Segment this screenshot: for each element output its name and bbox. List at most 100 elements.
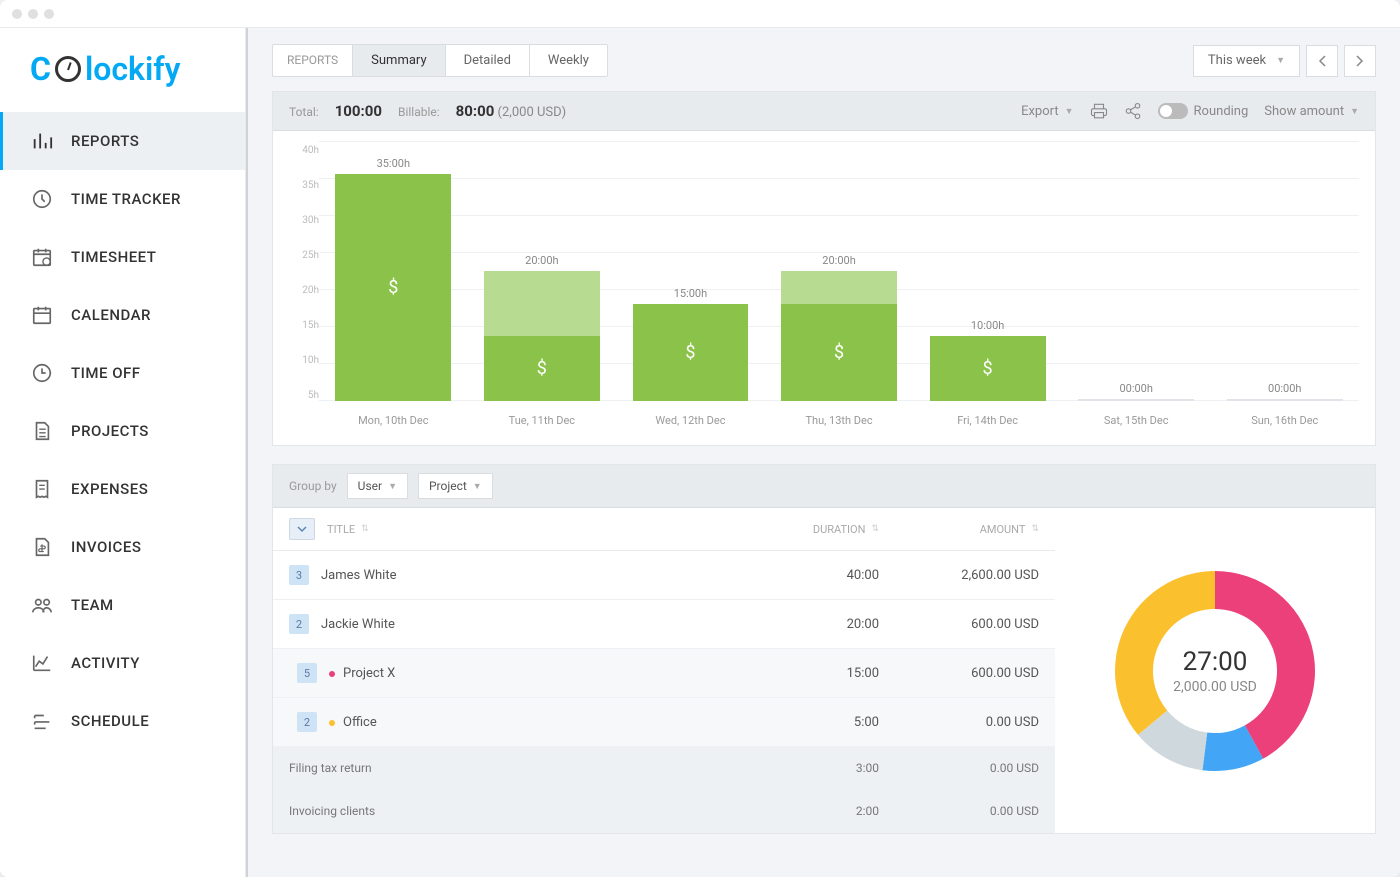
table-row[interactable]: Invoicing clients2:000.00 USD	[273, 790, 1055, 833]
billable-value: 80:00	[456, 102, 495, 120]
donut-amount: 2,000.00 USD	[1173, 679, 1257, 695]
date-range-label: This week	[1208, 53, 1266, 68]
chevron-down-icon: ▼	[1065, 106, 1074, 117]
xaxis-label: Fri, 14th Dec	[913, 414, 1062, 427]
row-badge: 3	[289, 565, 309, 585]
total-label: Total:	[289, 105, 319, 119]
window-titlebar	[0, 0, 1400, 28]
tab-summary[interactable]: Summary	[353, 45, 445, 76]
expand-all-button[interactable]	[289, 518, 315, 540]
sidebar-item-time-tracker[interactable]: TIME TRACKER	[0, 170, 245, 228]
sidebar-item-activity[interactable]: ACTIVITY	[0, 634, 245, 692]
row-badge: 2	[289, 614, 309, 634]
row-amount: 0.00 USD	[879, 804, 1039, 818]
row-badge: 2	[297, 712, 317, 732]
tabs-label: REPORTS	[273, 45, 353, 76]
date-range-select[interactable]: This week ▼	[1193, 45, 1300, 77]
sidebar-item-projects[interactable]: PROJECTS	[0, 402, 245, 460]
sidebar-item-schedule[interactable]: SCHEDULE	[0, 692, 245, 750]
billable-usd: (2,000 USD)	[498, 105, 567, 120]
row-duration: 15:00	[739, 666, 879, 681]
sort-icon: ⇅	[1031, 524, 1039, 534]
row-amount: 600.00 USD	[879, 666, 1039, 681]
logo: Clockify	[0, 28, 245, 112]
groupby-select-2[interactable]: Project ▼	[418, 473, 493, 499]
row-duration: 40:00	[739, 568, 879, 583]
bar-value-label: 15:00h	[674, 287, 707, 300]
receipt-icon	[31, 478, 53, 500]
bar-value-label: 10:00h	[971, 319, 1004, 332]
report-tabs: REPORTS SummaryDetailedWeekly	[272, 44, 608, 77]
clock-icon	[31, 188, 53, 210]
xaxis-label: Thu, 13th Dec	[765, 414, 914, 427]
rounding-label: Rounding	[1194, 104, 1249, 119]
sort-icon: ⇅	[361, 524, 369, 534]
sidebar-item-label: ACTIVITY	[71, 654, 140, 672]
share-icon	[1124, 102, 1142, 120]
show-amount-label: Show amount	[1264, 104, 1344, 119]
sidebar-item-label: PROJECTS	[71, 422, 149, 440]
rounding-toggle[interactable]: Rounding	[1158, 103, 1249, 119]
xaxis-label: Sun, 16th Dec	[1210, 414, 1359, 427]
sidebar-item-expenses[interactable]: EXPENSES	[0, 460, 245, 518]
print-button[interactable]	[1090, 102, 1108, 120]
breakdown-table: TITLE⇅ DURATION⇅ AMOUNT⇅ 3 James White40:…	[273, 508, 1055, 833]
row-amount: 0.00 USD	[879, 761, 1039, 775]
share-button[interactable]	[1124, 102, 1142, 120]
bar: 10:00h$	[913, 141, 1062, 401]
sidebar: Clockify REPORTS TIME TRACKER TIMESHEET CAL…	[0, 28, 246, 877]
donut-time: 27:00	[1183, 647, 1248, 677]
bar-value-label: 20:00h	[525, 254, 558, 267]
sidebar-item-timesheet[interactable]: TIMESHEET	[0, 228, 245, 286]
sidebar-item-label: TIME TRACKER	[71, 190, 181, 208]
billable-label: Billable:	[398, 105, 440, 119]
invoice-icon	[31, 536, 53, 558]
row-amount: 2,600.00 USD	[879, 568, 1039, 583]
prev-range-button[interactable]	[1306, 45, 1338, 77]
tab-weekly[interactable]: Weekly	[530, 45, 607, 76]
table-row[interactable]: 2Office5:000.00 USD	[273, 698, 1055, 747]
sidebar-item-label: TEAM	[71, 596, 114, 614]
sidebar-item-calendar[interactable]: CALENDAR	[0, 286, 245, 344]
row-title: Project X	[329, 666, 739, 681]
col-amount-header[interactable]: AMOUNT⇅	[879, 523, 1039, 536]
bar: 20:00h$	[765, 141, 914, 401]
table-row[interactable]: 2Jackie White20:00600.00 USD	[273, 600, 1055, 649]
table-row[interactable]: 3 James White40:002,600.00 USD	[273, 551, 1055, 600]
chevron-left-icon	[1318, 55, 1326, 67]
breakdown-panel: Group by User ▼ Project ▼	[272, 464, 1376, 834]
project-dot-icon	[329, 671, 335, 677]
tab-detailed[interactable]: Detailed	[446, 45, 530, 76]
window-dot	[44, 9, 54, 19]
total-value: 100:00	[335, 102, 382, 120]
col-duration-header[interactable]: DURATION⇅	[739, 523, 879, 536]
groupby-select-1[interactable]: User ▼	[347, 473, 408, 499]
chart-yaxis: 40h35h30h25h20h15h10h5h	[289, 141, 319, 431]
chevron-down-icon: ▼	[473, 481, 482, 492]
bar-value-label: 35:00h	[377, 157, 410, 170]
row-duration: 2:00	[739, 804, 879, 818]
groupby-select-1-label: User	[358, 479, 382, 493]
sidebar-item-label: CALENDAR	[71, 306, 151, 324]
bar: 20:00h$	[468, 141, 617, 401]
xaxis-label: Tue, 11th Dec	[468, 414, 617, 427]
sidebar-item-team[interactable]: TEAM	[0, 576, 245, 634]
sort-icon: ⇅	[871, 524, 879, 534]
window-dot	[12, 9, 22, 19]
sidebar-item-invoices[interactable]: INVOICES	[0, 518, 245, 576]
xaxis-label: Sat, 15th Dec	[1062, 414, 1211, 427]
row-title: James White	[321, 568, 739, 583]
chevron-down-icon: ▼	[388, 481, 397, 492]
chart-xaxis: Mon, 10th DecTue, 11th DecWed, 12th DecT…	[319, 414, 1359, 427]
col-title-header[interactable]: TITLE⇅	[327, 523, 739, 536]
sidebar-item-reports[interactable]: REPORTS	[0, 112, 245, 170]
sidebar-item-time-off[interactable]: TIME OFF	[0, 344, 245, 402]
row-badge: 5	[297, 663, 317, 683]
next-range-button[interactable]	[1344, 45, 1376, 77]
show-amount-button[interactable]: Show amount ▼	[1264, 104, 1359, 119]
sidebar-item-label: TIMESHEET	[71, 248, 156, 266]
export-button[interactable]: Export ▼	[1021, 104, 1073, 119]
table-row[interactable]: 5 Project X15:00600.00 USD	[273, 649, 1055, 698]
table-row[interactable]: Filing tax return3:000.00 USD	[273, 747, 1055, 790]
row-title: Jackie White	[321, 617, 739, 632]
